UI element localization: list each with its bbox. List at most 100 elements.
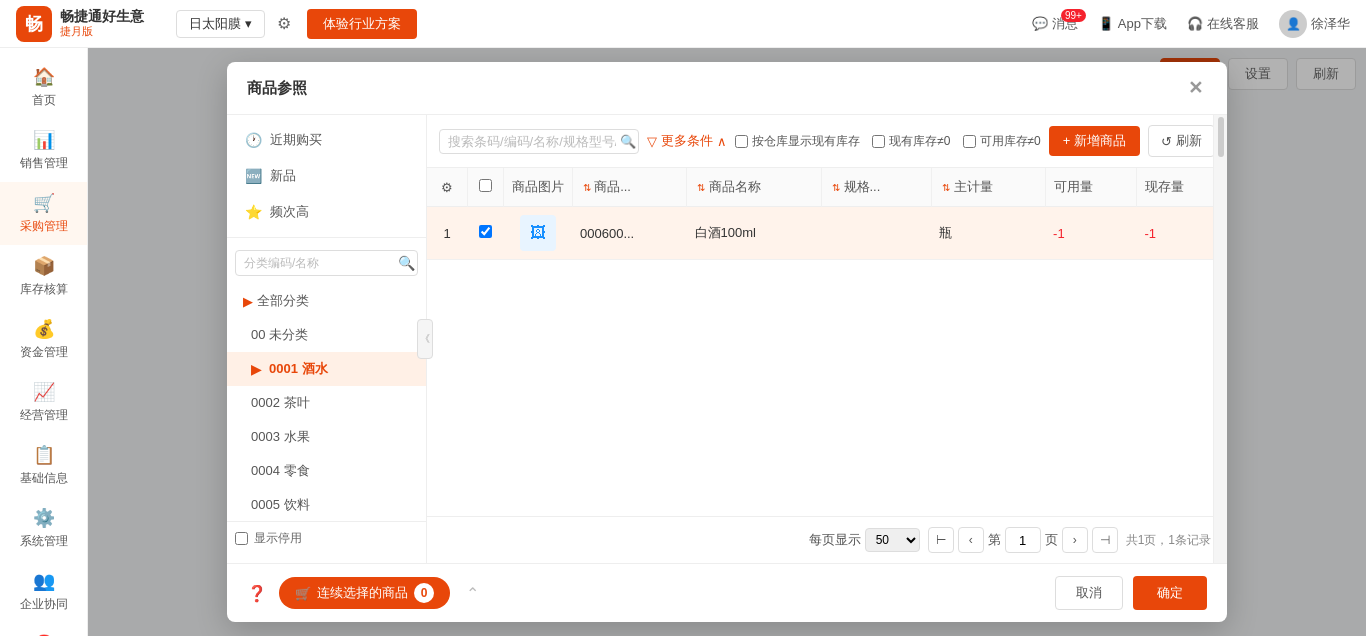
avatar: 👤: [1279, 10, 1307, 38]
search-icon[interactable]: 🔍: [620, 134, 636, 149]
th-unit[interactable]: ⇅ 主计量: [931, 168, 1045, 207]
sidebar-label-purchase: 采购管理: [20, 218, 68, 235]
category-search-icon[interactable]: 🔍: [398, 255, 415, 271]
messages-button[interactable]: 💬 消息 99+: [1032, 15, 1078, 33]
sidebar-item-purchase[interactable]: 🛒 采购管理: [0, 182, 87, 245]
last-page-button[interactable]: ⊣: [1092, 527, 1118, 553]
main-content: 查询 设置 刷新 商品参照 ✕ �: [88, 48, 1366, 636]
inventory-icon: 📦: [33, 255, 55, 277]
refresh-button[interactable]: ↺ 刷新: [1148, 125, 1215, 157]
recent-purchase-tab[interactable]: 🕐 近期购买: [235, 123, 418, 157]
sidebar-label-inventory: 库存核算: [20, 281, 68, 298]
cart-icon: 🛒: [295, 586, 311, 601]
category-item-liquor[interactable]: ▶ 0001 酒水: [227, 352, 426, 386]
filter-usable-label[interactable]: 可用库存≠0: [963, 133, 1041, 150]
show-disabled-toggle[interactable]: 显示停用: [235, 530, 418, 547]
user-profile-button[interactable]: 👤 徐泽华: [1279, 10, 1350, 38]
trial-button[interactable]: 体验行业方案: [307, 9, 417, 39]
sort-code-icon: ⇅: [583, 182, 591, 193]
sidebar-item-collab[interactable]: 👥 企业协同: [0, 560, 87, 623]
category-list: ▶ 全部分类 00 未分类 ▶ 0001 酒水 0002 茶: [227, 280, 426, 521]
table-row[interactable]: 1 🖼: [427, 207, 1227, 260]
select-all-checkbox[interactable]: [479, 179, 492, 192]
new-products-label: 新品: [270, 167, 296, 185]
filter-usable-checkbox[interactable]: [963, 135, 976, 148]
sidebar-label-operations: 经营管理: [20, 407, 68, 424]
category-item-tea[interactable]: 0002 茶叶: [227, 386, 426, 420]
sidebar-label-system: 系统管理: [20, 533, 68, 550]
frequent-tab[interactable]: ⭐ 频次高: [235, 195, 418, 229]
new-products-tab[interactable]: 🆕 新品: [235, 159, 418, 193]
category-item-drinks[interactable]: 0005 饮料: [227, 488, 426, 521]
th-spec[interactable]: ⇅ 规格...: [821, 168, 931, 207]
th-name[interactable]: ⇅ 商品名称: [687, 168, 822, 207]
td-spec: [821, 207, 931, 260]
bell-icon: 💬: [1032, 16, 1048, 31]
sidebar-item-guide[interactable]: 🎯 新手引导: [0, 623, 87, 636]
page-number-input[interactable]: [1005, 527, 1041, 553]
cart-label: 连续选择的商品: [317, 584, 408, 602]
first-page-button[interactable]: ⊢: [928, 527, 954, 553]
content-panel: 🔍 ▽ 更多条件 ∧ 按仓库显示现有库存: [427, 115, 1227, 563]
category-item-uncategorized[interactable]: 00 未分类: [227, 318, 426, 352]
basics-icon: 📋: [33, 444, 55, 466]
next-page-button[interactable]: ›: [1062, 527, 1088, 553]
main-layout: 🏠 首页 📊 销售管理 🛒 采购管理 📦 库存核算 💰 资金管理 📈 经营管理 …: [0, 48, 1366, 636]
continuous-select-button[interactable]: 🛒 连续选择的商品 0: [279, 577, 450, 609]
row-checkbox[interactable]: [479, 225, 492, 238]
prev-page-button[interactable]: ‹: [958, 527, 984, 553]
sidebar-item-finance[interactable]: 💰 资金管理: [0, 308, 87, 371]
th-available[interactable]: 可用量: [1045, 168, 1136, 207]
help-icon[interactable]: ❓: [247, 584, 267, 603]
th-settings[interactable]: ⚙: [427, 168, 467, 207]
sidebar-item-sales[interactable]: 📊 销售管理: [0, 119, 87, 182]
sidebar-item-system[interactable]: ⚙️ 系统管理: [0, 497, 87, 560]
category-item-fruits[interactable]: 0003 水果: [227, 420, 426, 454]
scroll-thumb[interactable]: [1218, 117, 1224, 157]
more-filters-button[interactable]: ▽ 更多条件 ∧: [647, 132, 727, 150]
home-icon: 🏠: [33, 66, 55, 88]
workspace-selector[interactable]: 日太阳膜 ▾: [176, 10, 265, 38]
online-service-button[interactable]: 🎧 在线客服: [1187, 15, 1259, 33]
product-table-wrap: ⚙ 商品图片: [427, 168, 1227, 516]
arrow-liquor-icon: ▶: [251, 362, 261, 377]
sidebar-item-home[interactable]: 🏠 首页: [0, 56, 87, 119]
app-download-button[interactable]: 📱 App下载: [1098, 15, 1167, 33]
td-checkbox[interactable]: [467, 207, 503, 260]
search-input-wrap: 🔍: [439, 129, 639, 154]
purchase-icon: 🛒: [33, 192, 55, 214]
confirm-button[interactable]: 确定: [1133, 576, 1207, 610]
sidebar-item-operations[interactable]: 📈 经营管理: [0, 371, 87, 434]
collapse-icon[interactable]: ⌃: [466, 584, 479, 603]
modal-close-button[interactable]: ✕: [1183, 76, 1207, 100]
filter-warehouse-label[interactable]: 按仓库显示现有库存: [735, 133, 860, 150]
search-input[interactable]: [448, 134, 616, 149]
filter-available-checkbox[interactable]: [872, 135, 885, 148]
cart-count: 0: [414, 583, 434, 603]
filter-available-label[interactable]: 现有库存≠0: [872, 133, 950, 150]
category-item-snacks[interactable]: 0004 零食: [227, 454, 426, 488]
td-image: 🖼: [503, 207, 572, 260]
sidebar-item-inventory[interactable]: 📦 库存核算: [0, 245, 87, 308]
category-search-input[interactable]: [244, 256, 394, 270]
add-product-button[interactable]: + 新增商品: [1049, 126, 1140, 156]
page-navigation: ⊢ ‹ 第 页 › ⊣: [928, 527, 1118, 553]
chevron-up-icon: ∧: [717, 134, 727, 149]
category-panel: 🕐 近期购买 🆕 新品 ⭐ 频次高: [227, 115, 427, 563]
sidebar-item-basics[interactable]: 📋 基础信息: [0, 434, 87, 497]
page-size-dropdown[interactable]: 50 10 20 100: [865, 528, 920, 552]
cancel-button[interactable]: 取消: [1055, 576, 1123, 610]
column-settings-icon[interactable]: ⚙: [441, 180, 453, 195]
category-collapse-button[interactable]: 《: [417, 319, 433, 359]
settings-icon[interactable]: ⚙: [277, 14, 291, 33]
arrow-all-icon: ▶: [243, 294, 253, 309]
filter-warehouse-checkbox[interactable]: [735, 135, 748, 148]
td-available: -1: [1045, 207, 1136, 260]
th-checkbox[interactable]: [467, 168, 503, 207]
scrollbar[interactable]: [1213, 115, 1227, 563]
footer-actions: 取消 确定: [1055, 576, 1207, 610]
sidebar-label-collab: 企业协同: [20, 596, 68, 613]
th-code[interactable]: ⇅ 商品...: [572, 168, 687, 207]
show-disabled-checkbox[interactable]: [235, 532, 248, 545]
category-item-all[interactable]: ▶ 全部分类: [227, 284, 426, 318]
